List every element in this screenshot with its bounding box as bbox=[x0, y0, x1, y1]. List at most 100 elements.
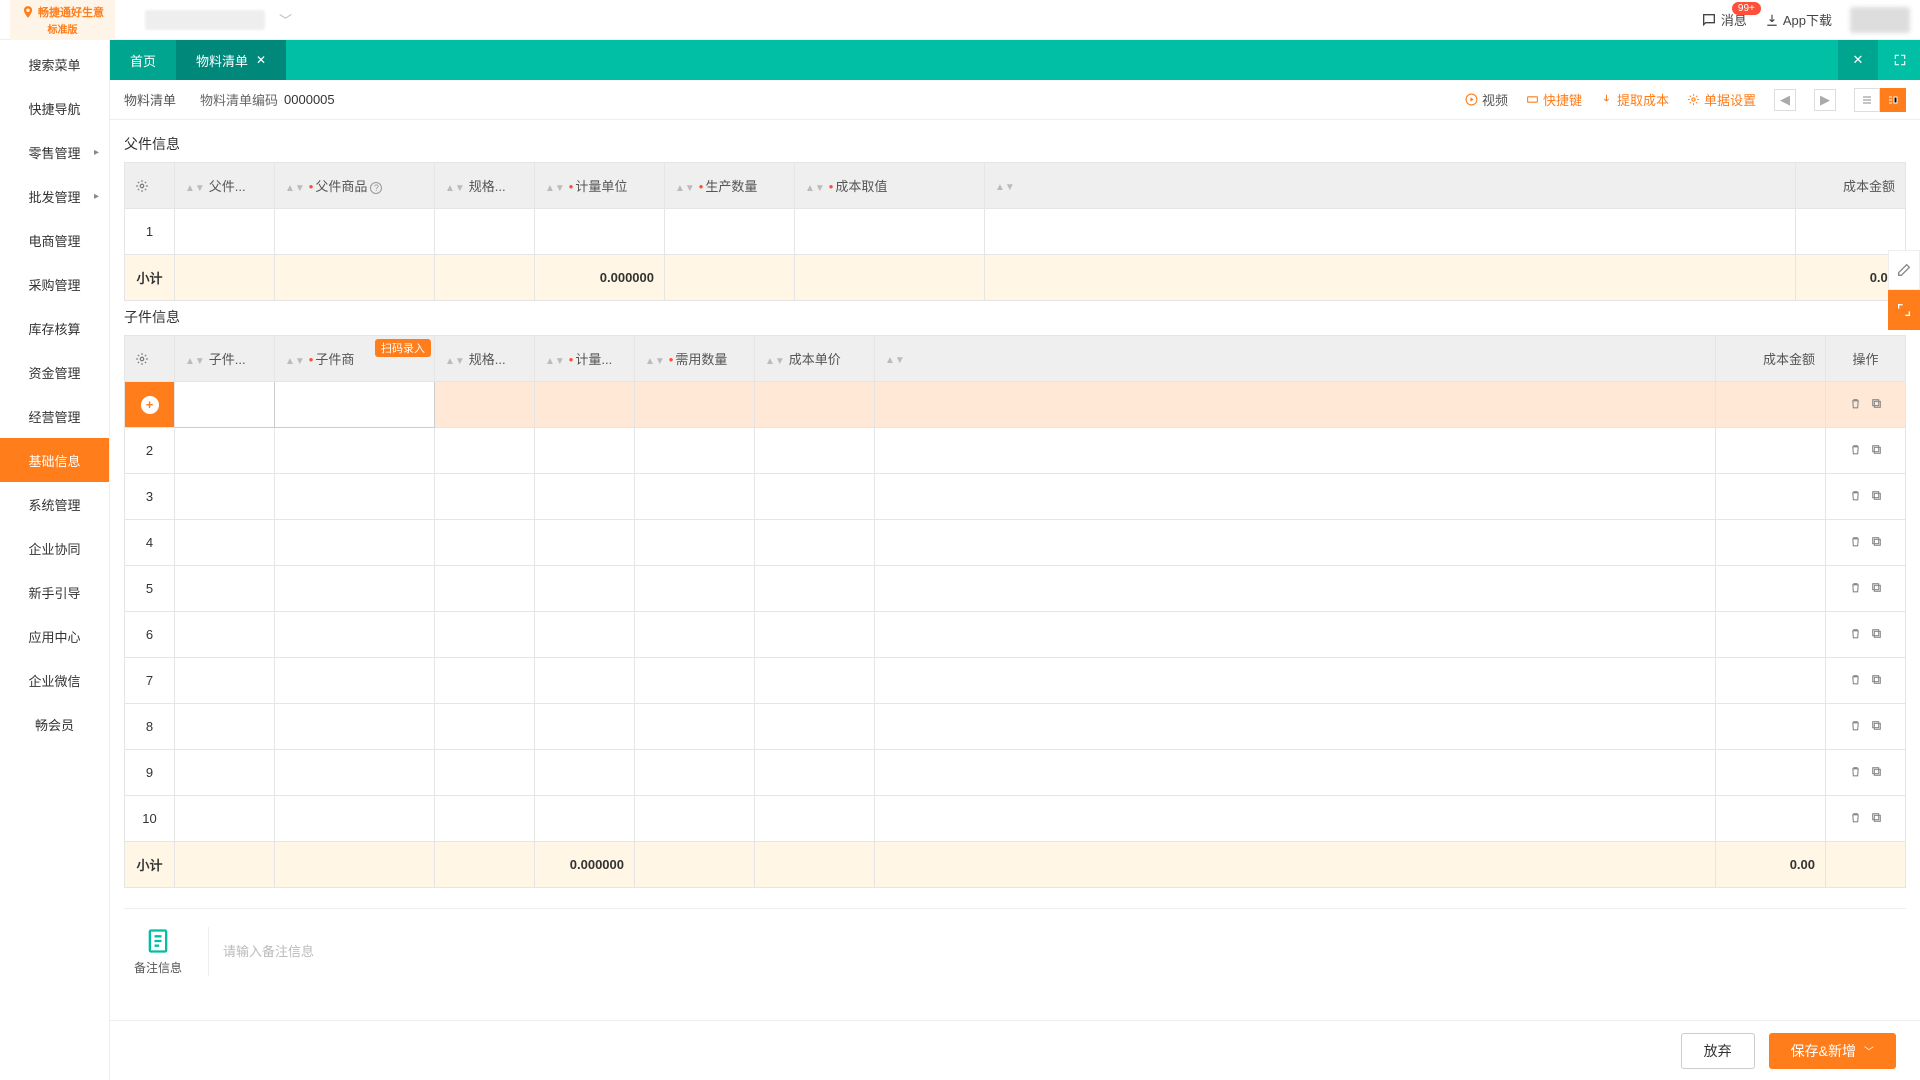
parent-section-title: 父件信息 bbox=[124, 134, 1906, 154]
copy-row-button[interactable] bbox=[1870, 673, 1883, 686]
delete-row-button[interactable] bbox=[1849, 397, 1862, 410]
gear-icon bbox=[135, 352, 149, 366]
row-number: 8 bbox=[125, 704, 175, 750]
child-col-amount[interactable]: 成本金额 bbox=[1716, 336, 1826, 382]
copy-row-button[interactable] bbox=[1870, 811, 1883, 824]
sidebar-item-15[interactable]: 畅会员 bbox=[0, 702, 109, 746]
parent-col-amount[interactable]: 成本金额 bbox=[1796, 163, 1906, 209]
extract-cost-button[interactable]: 提取成本 bbox=[1600, 90, 1669, 109]
copy-row-button[interactable] bbox=[1870, 765, 1883, 778]
sidebar-item-4[interactable]: 电商管理 bbox=[0, 218, 109, 262]
sidebar-item-8[interactable]: 经营管理 bbox=[0, 394, 109, 438]
view-list-button[interactable] bbox=[1854, 88, 1880, 112]
child-row[interactable]: 7 bbox=[125, 658, 1906, 704]
copy-row-button[interactable] bbox=[1870, 719, 1883, 732]
child-row[interactable]: 2 bbox=[125, 428, 1906, 474]
fullscreen-button[interactable] bbox=[1880, 40, 1920, 80]
sidebar-item-7[interactable]: 资金管理 bbox=[0, 350, 109, 394]
child-col-settings[interactable] bbox=[125, 336, 175, 382]
delete-row-button[interactable] bbox=[1849, 489, 1862, 502]
video-help-button[interactable]: 视频 bbox=[1465, 90, 1508, 109]
app-download-button[interactable]: App下载 bbox=[1765, 10, 1832, 29]
row-number: 10 bbox=[125, 796, 175, 842]
delete-row-button[interactable] bbox=[1849, 581, 1862, 594]
child-col-qty[interactable]: ▲▼•需用数量 bbox=[635, 336, 755, 382]
sidebar-item-5[interactable]: 采购管理 bbox=[0, 262, 109, 306]
child-row[interactable]: 6 bbox=[125, 612, 1906, 658]
sidebar-item-14[interactable]: 企业微信 bbox=[0, 658, 109, 702]
copy-row-button[interactable] bbox=[1870, 443, 1883, 456]
child-row[interactable]: 5 bbox=[125, 566, 1906, 612]
child-col-code[interactable]: ▲▼子件... bbox=[175, 336, 275, 382]
sidebar-item-1[interactable]: 快捷导航 bbox=[0, 86, 109, 130]
parent-col-unit[interactable]: ▲▼•计量单位 bbox=[535, 163, 665, 209]
child-col-blank: ▲▼ bbox=[875, 336, 1716, 382]
scan-input-button[interactable]: 扫码录入 bbox=[375, 339, 431, 357]
parent-row[interactable]: 1 bbox=[125, 209, 1906, 255]
parent-col-costsrc[interactable]: ▲▼•成本取值 bbox=[795, 163, 985, 209]
messages-button[interactable]: 消息 99+ bbox=[1701, 10, 1747, 29]
child-row[interactable]: + bbox=[125, 382, 1906, 428]
row-ops bbox=[1826, 658, 1906, 704]
sidebar-item-9[interactable]: 基础信息 bbox=[0, 438, 109, 482]
remarks-input[interactable] bbox=[208, 927, 1902, 976]
child-code-input[interactable] bbox=[175, 382, 275, 428]
sidebar-item-6[interactable]: 库存核算 bbox=[0, 306, 109, 350]
child-row[interactable]: 8 bbox=[125, 704, 1906, 750]
sidebar-item-2[interactable]: 零售管理▸ bbox=[0, 130, 109, 174]
delete-row-button[interactable] bbox=[1849, 443, 1862, 456]
child-row[interactable]: 10 bbox=[125, 796, 1906, 842]
subtab-bom[interactable]: 物料清单 bbox=[124, 90, 176, 109]
copy-row-button[interactable] bbox=[1870, 581, 1883, 594]
parent-col-code[interactable]: ▲▼父件... bbox=[175, 163, 275, 209]
sidebar-item-12[interactable]: 新手引导 bbox=[0, 570, 109, 614]
row-ops bbox=[1826, 382, 1906, 428]
copy-row-button[interactable] bbox=[1870, 535, 1883, 548]
org-selector[interactable]: ﹀ bbox=[145, 10, 292, 30]
delete-row-button[interactable] bbox=[1849, 811, 1862, 824]
tab-home[interactable]: 首页 bbox=[110, 40, 176, 80]
doc-settings-button[interactable]: 单据设置 bbox=[1687, 90, 1756, 109]
sidebar-item-3[interactable]: 批发管理▸ bbox=[0, 174, 109, 218]
child-col-product[interactable]: ▲▼•子件商扫码录入 bbox=[275, 336, 435, 382]
discard-button[interactable]: 放弃 bbox=[1681, 1033, 1755, 1069]
delete-row-button[interactable] bbox=[1849, 719, 1862, 732]
delete-row-button[interactable] bbox=[1849, 765, 1862, 778]
parent-col-spec[interactable]: ▲▼规格... bbox=[435, 163, 535, 209]
delete-row-button[interactable] bbox=[1849, 673, 1862, 686]
next-doc-button[interactable]: ▶ bbox=[1814, 89, 1836, 111]
prev-doc-button[interactable]: ◀ bbox=[1774, 89, 1796, 111]
add-row-button[interactable]: + bbox=[125, 382, 175, 428]
child-row[interactable]: 9 bbox=[125, 750, 1906, 796]
child-col-spec[interactable]: ▲▼规格... bbox=[435, 336, 535, 382]
child-col-unit[interactable]: ▲▼•计量... bbox=[535, 336, 635, 382]
child-row[interactable]: 4 bbox=[125, 520, 1906, 566]
parent-col-qty[interactable]: ▲▼•生产数量 bbox=[665, 163, 795, 209]
child-product-input[interactable] bbox=[275, 382, 435, 428]
parent-col-product[interactable]: ▲▼•父件商品? bbox=[275, 163, 435, 209]
tab-close-button[interactable]: ✕ bbox=[1838, 40, 1878, 80]
delete-row-button[interactable] bbox=[1849, 627, 1862, 640]
avatar[interactable] bbox=[1850, 7, 1910, 33]
child-row[interactable]: 3 bbox=[125, 474, 1906, 520]
sidebar-item-11[interactable]: 企业协同 bbox=[0, 526, 109, 570]
expand-icon bbox=[1896, 302, 1912, 318]
child-col-price[interactable]: ▲▼成本单价 bbox=[755, 336, 875, 382]
tab-bom[interactable]: 物料清单 ✕ bbox=[176, 40, 286, 80]
sidebar-item-10[interactable]: 系统管理 bbox=[0, 482, 109, 526]
copy-row-button[interactable] bbox=[1870, 627, 1883, 640]
row-number: 1 bbox=[125, 209, 175, 255]
help-icon[interactable]: ? bbox=[370, 182, 382, 194]
float-edit-button[interactable] bbox=[1888, 250, 1920, 290]
copy-row-button[interactable] bbox=[1870, 489, 1883, 502]
copy-row-button[interactable] bbox=[1870, 397, 1883, 410]
close-icon[interactable]: ✕ bbox=[256, 53, 266, 67]
save-and-new-button[interactable]: 保存&新增﹀ bbox=[1769, 1033, 1896, 1069]
view-detail-button[interactable] bbox=[1880, 88, 1906, 112]
shortcut-button[interactable]: 快捷键 bbox=[1526, 90, 1582, 109]
float-expand-button[interactable] bbox=[1888, 290, 1920, 330]
delete-row-button[interactable] bbox=[1849, 535, 1862, 548]
parent-col-settings[interactable] bbox=[125, 163, 175, 209]
sidebar-item-0[interactable]: 搜索菜单 bbox=[0, 42, 109, 86]
sidebar-item-13[interactable]: 应用中心 bbox=[0, 614, 109, 658]
